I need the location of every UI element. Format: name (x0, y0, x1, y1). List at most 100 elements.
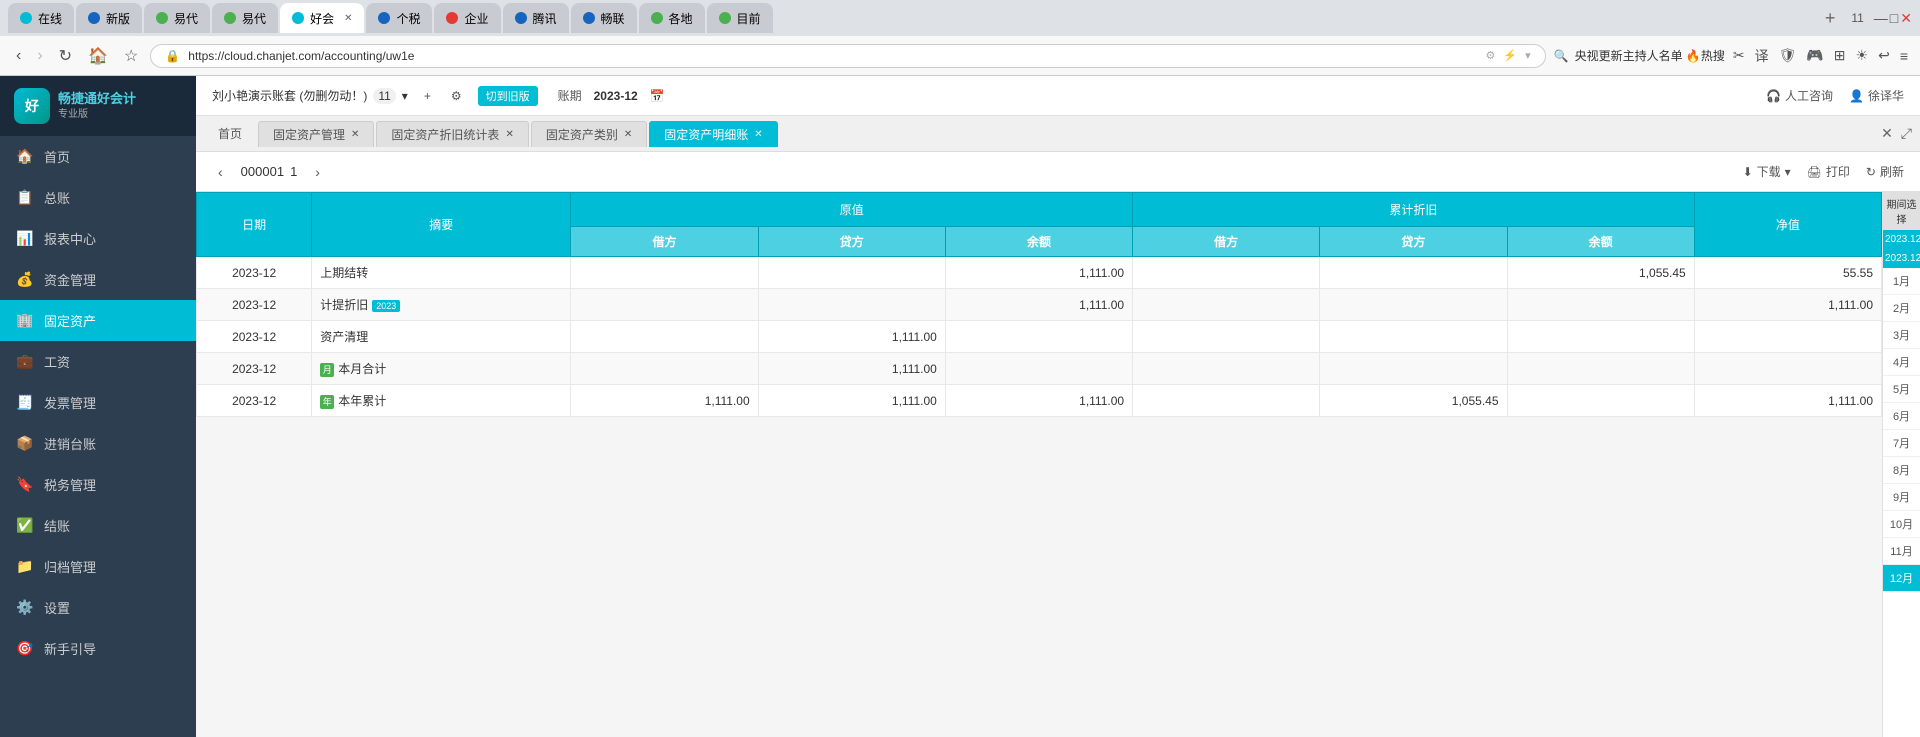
download-button[interactable]: ⬇ 下载 ▾ (1743, 163, 1791, 180)
address-bar[interactable]: 🔒 https://cloud.chanjet.com/accounting/u… (150, 44, 1545, 68)
new-tab-button[interactable]: + (1819, 8, 1842, 29)
refresh-button[interactable]: ↻ 刷新 (1866, 163, 1904, 180)
table-row: 2023-12 计提折旧2023 1,111.00 1,111.00 (197, 289, 1882, 321)
period-month-item[interactable]: 9月 (1883, 484, 1920, 511)
browser-tab[interactable]: 各地 (639, 3, 705, 33)
period-month-item[interactable]: 1月 (1883, 268, 1920, 295)
print-button[interactable]: 🖨 打印 (1807, 163, 1850, 180)
nav-label: 进销台账 (44, 434, 96, 453)
browser-tab[interactable]: 企业 (434, 3, 500, 33)
page-tab-close-icon[interactable]: ✕ (505, 129, 513, 140)
table-row: 2023-12 资产清理 1,111.00 (197, 321, 1882, 353)
calendar-icon[interactable]: 📅 (650, 89, 665, 103)
sidebar-item-税务管理[interactable]: 🔖税务管理 (0, 464, 196, 505)
period-month-item[interactable]: 3月 (1883, 322, 1920, 349)
gamepad-button[interactable]: 🎮 (1806, 47, 1823, 64)
forward-button[interactable]: › (33, 43, 46, 69)
nav-icon: 📁 (16, 558, 34, 576)
period-label: 账期 (558, 87, 582, 104)
sidebar-item-总账[interactable]: 📋总账 (0, 177, 196, 218)
prev-account-button[interactable]: ‹ (212, 162, 229, 182)
add-account-button[interactable]: + (420, 85, 435, 107)
sidebar-item-首页[interactable]: 🏠首页 (0, 136, 196, 177)
browser-tab[interactable]: 在线 (8, 3, 74, 33)
menu-button[interactable]: ≡ (1900, 48, 1908, 64)
sidebar-item-新手引导[interactable]: 🎯新手引导 (0, 628, 196, 669)
sidebar-item-发票管理[interactable]: 🧾发票管理 (0, 382, 196, 423)
maximize-button[interactable]: □ (1890, 10, 1898, 26)
page-tab-label: 固定资产管理 (273, 126, 345, 143)
sidebar-item-固定资产[interactable]: 🏢固定资产 (0, 300, 196, 341)
nav-icon: 📦 (16, 435, 34, 453)
service-button[interactable]: 🎧 人工咨询 (1766, 87, 1833, 104)
cell-dep-balance (1507, 353, 1694, 385)
url-text: https://cloud.chanjet.com/accounting/uw1… (188, 49, 1477, 63)
sidebar-item-结账[interactable]: ✅结账 (0, 505, 196, 546)
tab-close-icon[interactable]: ✕ (344, 13, 352, 24)
browser-tab[interactable]: 个税 (366, 3, 432, 33)
cell-yuan-credit: 1,111.00 (758, 353, 945, 385)
cell-dep-credit (1320, 257, 1507, 289)
page-toolbar: ‹ 000001 1 › ⬇ 下载 ▾ 🖨 打印 ↻ 刷新 (196, 152, 1920, 192)
sidebar-item-报表中心[interactable]: 📊报表中心 (0, 218, 196, 259)
reload-button[interactable]: ↻ (55, 42, 76, 70)
page-tab-固定资产管理[interactable]: 固定资产管理 ✕ (258, 121, 374, 147)
page-tab-固定资产折旧统计表[interactable]: 固定资产折旧统计表✕ (376, 121, 528, 147)
browser-tab[interactable]: 目前 (707, 3, 773, 33)
browser-tab[interactable]: 易代 (144, 3, 210, 33)
browser-tab[interactable]: 好会✕ (280, 3, 364, 33)
back-button[interactable]: ‹ (12, 43, 25, 69)
period-month-item[interactable]: 4月 (1883, 349, 1920, 376)
period-month-item[interactable]: 8月 (1883, 457, 1920, 484)
period-month-item[interactable]: 12月 (1883, 565, 1920, 592)
nav-label: 设置 (44, 598, 70, 617)
grid-button[interactable]: ⊞ (1834, 47, 1846, 64)
page-tab-首页[interactable]: 首页 (204, 121, 256, 146)
browser-tab[interactable]: 腾讯 (503, 3, 569, 33)
scissors-button[interactable]: ✂ (1733, 47, 1745, 64)
sun-button[interactable]: ☀ (1856, 47, 1869, 64)
minimize-button[interactable]: — (1874, 10, 1888, 26)
bookmark-button[interactable]: ☆ (120, 42, 142, 70)
period-month-item[interactable]: 10月 (1883, 511, 1920, 538)
period-month-item[interactable]: 6月 (1883, 403, 1920, 430)
sidebar-item-进销台账[interactable]: 📦 进销台账 (0, 423, 196, 464)
translate-button[interactable]: 译 (1755, 46, 1769, 66)
expand-panel-button[interactable]: ⤢ (1901, 125, 1912, 142)
page-tab-固定资产明细账[interactable]: 固定资产明细账✕ (649, 121, 777, 147)
cell-yuan-balance: 1,111.00 (945, 257, 1132, 289)
period-month-item[interactable]: 11月 (1883, 538, 1920, 565)
close-panel-button[interactable]: ✕ (1881, 125, 1893, 142)
undo-button[interactable]: ↩ (1878, 47, 1890, 64)
service-label: 人工咨询 (1785, 87, 1833, 104)
page-tab-固定资产类别[interactable]: 固定资产类别✕ (531, 121, 647, 147)
page-tab-close-icon[interactable]: ✕ (351, 129, 359, 140)
page-tab-close-icon[interactable]: ✕ (754, 129, 762, 140)
home-button[interactable]: 🏠 (84, 42, 112, 70)
period-month-item[interactable]: 7月 (1883, 430, 1920, 457)
period-month-item[interactable]: 2月 (1883, 295, 1920, 322)
settings-button[interactable]: ⚙ (447, 85, 466, 107)
cell-yuan-credit: 1,111.00 (758, 321, 945, 353)
cell-yuan-balance: 1,111.00 (945, 289, 1132, 321)
browser-tab[interactable]: 新版 (76, 3, 142, 33)
sidebar-item-设置[interactable]: ⚙️设置 (0, 587, 196, 628)
nav-label: 工资 (44, 352, 70, 371)
search-icon: 🔍 (1554, 49, 1569, 63)
cell-yuan-balance (945, 353, 1132, 385)
wallet-button[interactable]: 🛡 (1779, 47, 1797, 64)
sidebar-item-资金管理[interactable]: 💰资金管理 (0, 259, 196, 300)
sidebar-item-工资[interactable]: 💼工资 (0, 341, 196, 382)
account-selector[interactable]: 刘小艳演示账套 (勿删勿动！) 11 ▾ (212, 87, 408, 104)
switch-version-button[interactable]: 切到旧版 (478, 86, 538, 106)
page-tab-close-icon[interactable]: ✕ (624, 129, 632, 140)
next-account-button[interactable]: › (309, 162, 326, 182)
close-window-button[interactable]: ✕ (1900, 10, 1912, 27)
cell-date: 2023-12 (197, 321, 312, 353)
user-button[interactable]: 👤 徐译华 (1849, 87, 1904, 104)
browser-tab[interactable]: 畅联 (571, 3, 637, 33)
cell-dep-balance (1507, 385, 1694, 417)
browser-tab[interactable]: 易代 (212, 3, 278, 33)
period-month-item[interactable]: 5月 (1883, 376, 1920, 403)
sidebar-item-归档管理[interactable]: 📁归档管理 (0, 546, 196, 587)
